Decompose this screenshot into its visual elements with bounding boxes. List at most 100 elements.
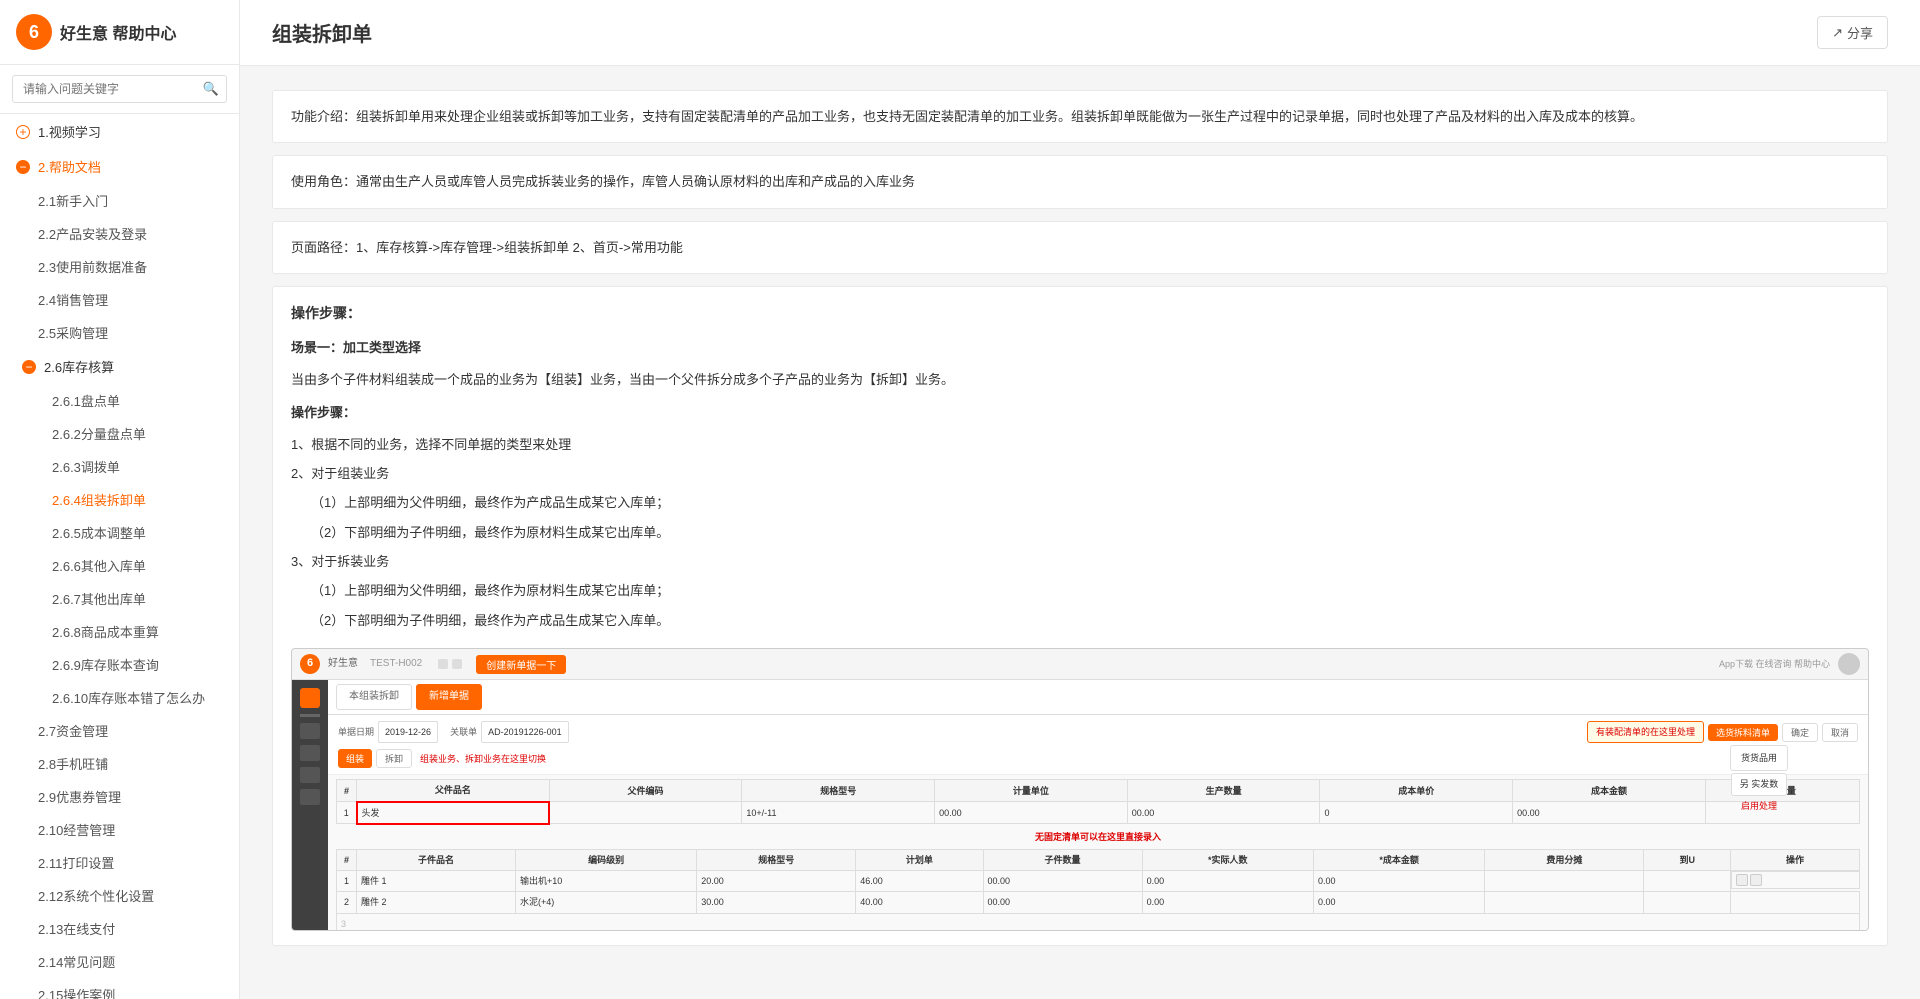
mock-child-td-2: 2: [337, 892, 357, 913]
mock-td-qty: 00.00: [1127, 802, 1320, 824]
sidebar-item-other-in[interactable]: 2.6.6其他入库单: [0, 549, 239, 582]
mock-op-btn1[interactable]: [1736, 874, 1748, 886]
step3-2: （2）下部明细为子件明细，最终作为产成品生成某它入库单。: [291, 609, 1869, 632]
mock-assembly-btn[interactable]: 组装: [338, 749, 372, 768]
mock-child-td-alloc2: [1485, 892, 1644, 913]
mock-table-area: # 父件品名 父件编码 规格型号 计量单位 生产数量 成本单价 成本金额: [328, 775, 1868, 930]
mock-child-td-name2: 雕件 2: [357, 892, 516, 913]
mock-child-td-plan2: 40.00: [856, 892, 983, 913]
sidebar-item-finance[interactable]: 2.7资金管理: [0, 714, 239, 747]
step2-2: （2）下部明细为子件明细，最终作为原材料生成某它出库单。: [291, 521, 1869, 544]
mock-tab-assembly[interactable]: 本组装拆卸: [336, 684, 412, 710]
role-text: 使用角色：通常由生产人员或库管人员完成拆装业务的操作，库管人员确认原材料的出库和…: [291, 170, 1869, 193]
mock-create-btn[interactable]: 创建新单据一下: [476, 655, 566, 674]
mock-date-value: 2019-12-26: [378, 721, 438, 743]
sidebar-item-ledger-error[interactable]: 2.6.10库存账本错了怎么办: [0, 681, 239, 714]
sidebar-item-portion-stocktake[interactable]: 2.6.2分量盘点单: [0, 417, 239, 450]
sidebar-item-sales[interactable]: 2.4销售管理: [0, 283, 239, 316]
mock-child-th-code: 编码级别: [516, 850, 697, 871]
sidebar-sub-items: 2.1新手入门 2.2产品安装及登录 2.3使用前数据准备 2.4销售管理 2.…: [0, 184, 239, 999]
sidebar-item-cases[interactable]: 2.15操作案例: [0, 978, 239, 999]
sidebar-item-cost-recalc[interactable]: 2.6.8商品成本重算: [0, 615, 239, 648]
mock-app-name: 好生意: [328, 655, 358, 673]
mock-empty-row3: 3: [337, 913, 1860, 930]
mock-process-btn[interactable]: 选货拆料清单: [1708, 724, 1778, 741]
sidebar-item-management[interactable]: 2.10经营管理: [0, 813, 239, 846]
mock-child-td-act1: 0.00: [1142, 871, 1313, 892]
mock-td-name: 头发: [357, 802, 550, 824]
mock-avatar: [1838, 653, 1860, 675]
sidebar-item-transfer[interactable]: 2.6.3调拨单: [0, 450, 239, 483]
app-logo: 6 好生意 帮助中心: [0, 0, 239, 65]
sidebar-item-purchase[interactable]: 2.5采购管理: [0, 316, 239, 349]
mock-th-parent-name: 父件品名: [357, 780, 550, 802]
mock-child-th-cost: *成本金额: [1313, 850, 1484, 871]
path-text: 页面路径：1、库存核算->库存管理->组装拆卸单 2、首页->常用功能: [291, 236, 1869, 259]
mock-child-td-code2: 水泥(+4): [516, 892, 697, 913]
mock-child-th-sub: 子件数量: [983, 850, 1142, 871]
mock-sidebar-item2: [300, 745, 320, 761]
mock-body: 本组装拆卸 新增单据 单据日期 2019-12-26: [292, 680, 1868, 930]
search-box[interactable]: 🔍: [0, 65, 239, 114]
mock-sidebar-divider: [300, 714, 320, 717]
mock-th-unit: 计量单位: [935, 780, 1128, 802]
sidebar-item-mobile[interactable]: 2.8手机旺铺: [0, 747, 239, 780]
steps-block: 操作步骤： 场景一：加工类型选择 当由多个子件材料组装成一个成品的业务为【组装】…: [272, 286, 1888, 946]
mock-child-th-name: 子件品名: [357, 850, 516, 871]
sidebar-item-other-out[interactable]: 2.6.7其他出库单: [0, 582, 239, 615]
mock-child-th-ops: 操作: [1731, 850, 1860, 871]
sidebar-item-install[interactable]: 2.2产品安装及登录: [0, 217, 239, 250]
mock-type-btns: 组装 拆卸: [338, 749, 412, 768]
sidebar-item-stocktake[interactable]: 2.6.1盘点单: [0, 384, 239, 417]
sidebar-item-data-prep[interactable]: 2.3使用前数据准备: [0, 250, 239, 283]
sidebar-item-assembly[interactable]: 2.6.4组装拆卸单: [0, 483, 239, 516]
search-input[interactable]: [12, 75, 227, 103]
role-block: 使用角色：通常由生产人员或库管人员完成拆装业务的操作，库管人员确认原材料的出库和…: [272, 155, 1888, 208]
mock-op-btn2[interactable]: [1750, 874, 1762, 886]
sidebar-item-system[interactable]: 2.12系统个性化设置: [0, 879, 239, 912]
sidebar-item-help-docs[interactable]: − 2.帮助文档: [0, 149, 239, 184]
sidebar-item-print[interactable]: 2.11打印设置: [0, 846, 239, 879]
sidebar-item-faq[interactable]: 2.14常见问题: [0, 945, 239, 978]
mock-child-th-actual: *实际人数: [1142, 850, 1313, 871]
main-header: 组装拆卸单 ↗ 分享: [240, 0, 1920, 66]
mock-order-label: 关联单: [450, 724, 477, 740]
scene1-title: 场景一：加工类型选择: [291, 336, 1869, 359]
mock-enable-btn[interactable]: 另 实发数: [1731, 773, 1788, 795]
mock-child-td-cost1: 0.00: [1313, 871, 1484, 892]
sidebar-inventory-sub: 2.6.1盘点单 2.6.2分量盘点单 2.6.3调拨单 2.6.4组装拆卸单 …: [0, 384, 239, 714]
sidebar-item-cost-adjust[interactable]: 2.6.5成本调整单: [0, 516, 239, 549]
mock-child-td-ops1: [1731, 871, 1860, 889]
mock-child-td-cost2: 0.00: [1313, 892, 1484, 913]
sidebar-item-coupon[interactable]: 2.9优惠券管理: [0, 780, 239, 813]
sidebar-item-beginner[interactable]: 2.1新手入门: [0, 184, 239, 217]
steps-title: 操作步骤：: [291, 301, 1869, 326]
sidebar-item-video-learning[interactable]: + 1.视频学习: [0, 114, 239, 149]
content-area: 功能介绍：组装拆卸单用来处理企业组装或拆卸等加工业务，支持有固定装配清单的产品加…: [240, 66, 1920, 999]
mock-child-td-act2: 0.00: [1142, 892, 1313, 913]
mock-td-cost-amt: 00.00: [1513, 802, 1706, 824]
mock-child-td-sub2: 00.00: [983, 892, 1142, 913]
mock-confirm-btn[interactable]: 确定: [1782, 723, 1818, 742]
mock-icon2: [452, 659, 462, 669]
share-button[interactable]: ↗ 分享: [1817, 16, 1888, 49]
mock-sidebar-item4: [300, 789, 320, 805]
mock-cancel-btn[interactable]: 取消: [1822, 723, 1858, 742]
mock-child-td-alloc1: [1485, 871, 1644, 892]
nav-section-docs: − 2.帮助文档 2.1新手入门 2.2产品安装及登录 2.3使用前数据准备 2…: [0, 149, 239, 999]
mock-sidebar-item1: [300, 723, 320, 739]
sidebar-item-ledger-query[interactable]: 2.6.9库存账本查询: [0, 648, 239, 681]
mock-annotation1: 有装配清单的在这里处理: [1587, 721, 1704, 743]
mock-child-th-spec: 规格型号: [697, 850, 856, 871]
app-title: 好生意 帮助中心: [60, 20, 176, 44]
mock-tab-new[interactable]: 新增单据: [416, 684, 482, 710]
mock-child-td-1: 1: [337, 871, 357, 892]
sidebar-item-inventory[interactable]: − 2.6库存核算: [0, 349, 239, 384]
sidebar-item-payment[interactable]: 2.13在线支付: [0, 912, 239, 945]
mock-disassembly-btn[interactable]: 拆卸: [376, 749, 412, 768]
mock-td-spec: 10+/-11: [742, 802, 935, 824]
mock-td-code: [549, 802, 742, 824]
mock-tabs: 本组装拆卸 新增单据: [328, 680, 1868, 715]
main-content: 组装拆卸单 ↗ 分享 功能介绍：组装拆卸单用来处理企业组装或拆卸等加工业务，支持…: [240, 0, 1920, 999]
mock-th-parent-code: 父件编码: [549, 780, 742, 802]
